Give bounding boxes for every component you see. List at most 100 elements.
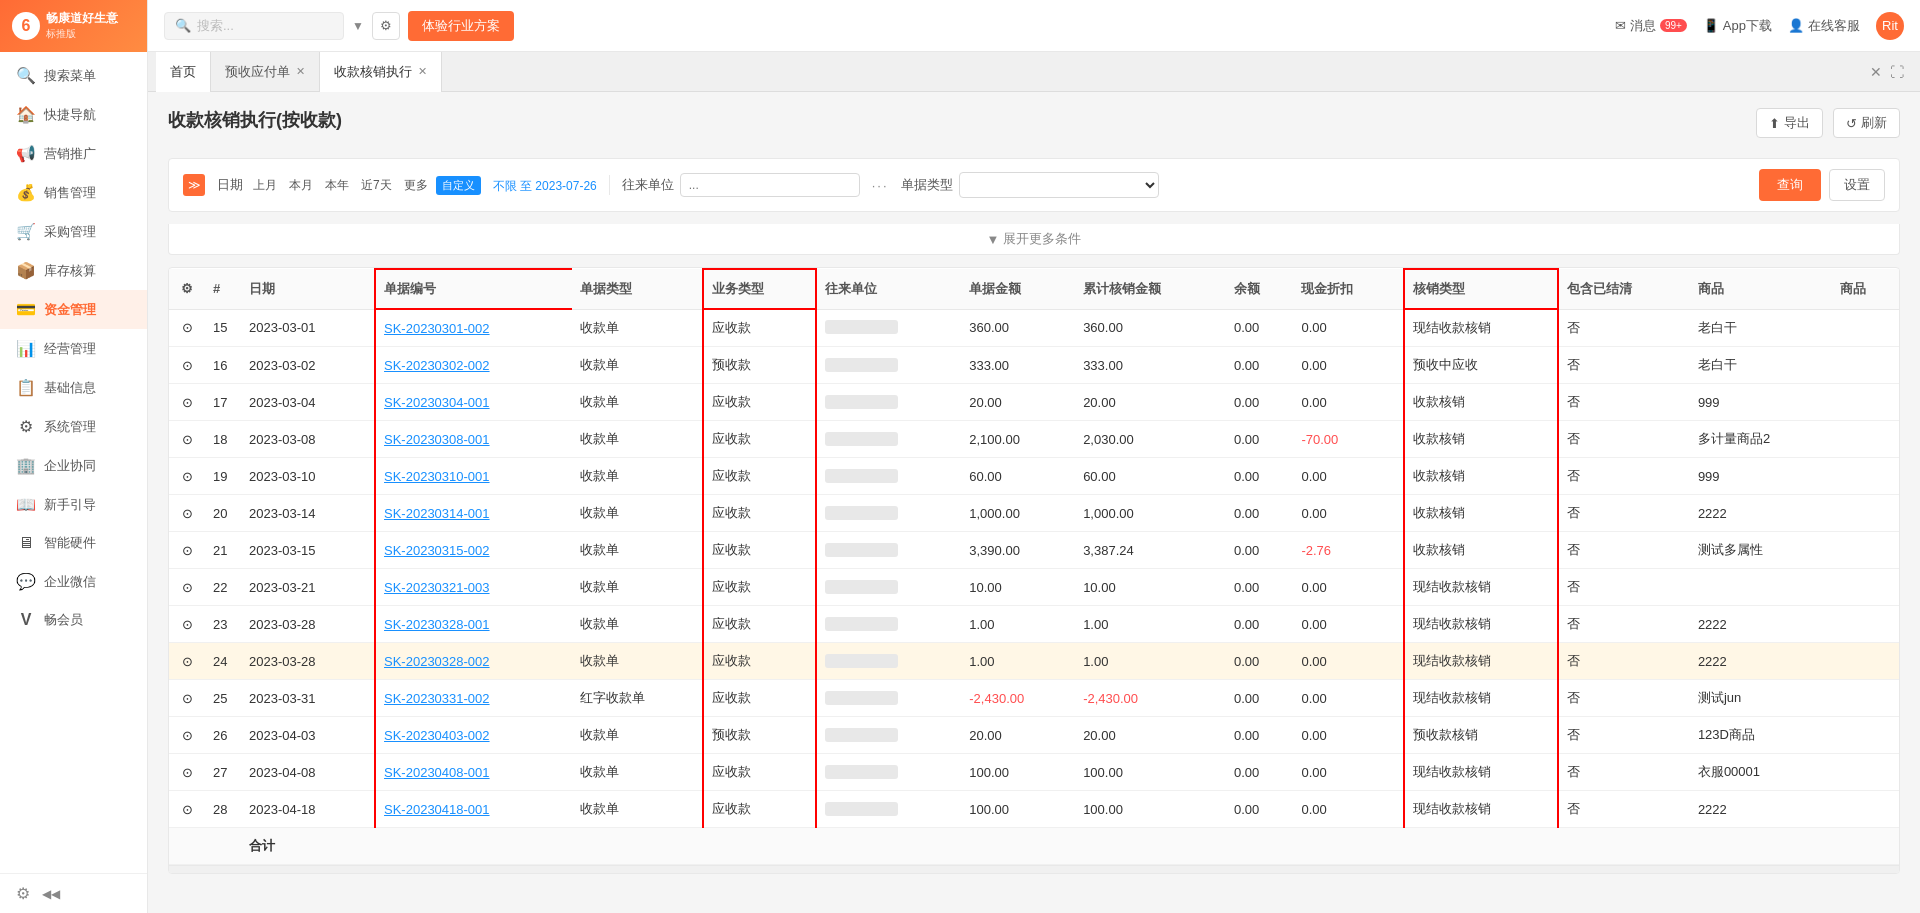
- voucher-type-select[interactable]: [959, 172, 1159, 198]
- table-cell[interactable]: SK-20230304-001: [375, 384, 572, 421]
- top-search-box[interactable]: 🔍 搜索...: [164, 12, 344, 40]
- filter-settings-button[interactable]: 设置: [1829, 169, 1885, 201]
- refresh-button[interactable]: ↺ 刷新: [1833, 108, 1900, 138]
- expand-more-row[interactable]: ▼ 展开更多条件: [168, 224, 1900, 255]
- table-cell[interactable]: SK-20230328-002: [375, 643, 572, 680]
- filter-expand-button[interactable]: ≫: [183, 174, 205, 196]
- sidebar-item-operations[interactable]: 📊 经营管理: [0, 329, 147, 368]
- sidebar-item-finance[interactable]: 💳 资金管理: [0, 290, 147, 329]
- col-hdr-goods[interactable]: 商品: [1690, 269, 1832, 309]
- table-cell: 2,100.00: [961, 421, 1075, 458]
- tab-prepay[interactable]: 预收应付单 ✕: [211, 52, 320, 92]
- col-hdr-doc-no[interactable]: 单据编号: [375, 269, 572, 309]
- gear-button[interactable]: ⚙: [372, 12, 400, 40]
- sidebar-item-sales[interactable]: 💰 销售管理: [0, 173, 147, 212]
- tab-bar: 首页 预收应付单 ✕ 收款核销执行 ✕ ✕ ⛶: [148, 52, 1920, 92]
- sidebar-item-quick-nav[interactable]: 🏠 快捷导航: [0, 95, 147, 134]
- col-hdr-settings[interactable]: ⚙: [169, 269, 205, 309]
- sidebar-item-marketing[interactable]: 📢 营销推广: [0, 134, 147, 173]
- partner-input[interactable]: [680, 173, 860, 197]
- tab-home[interactable]: 首页: [156, 52, 211, 92]
- table-cell: 0.00: [1226, 458, 1293, 495]
- col-hdr-cash-discount[interactable]: 现金折扣: [1293, 269, 1404, 309]
- table-cell[interactable]: ⊙: [169, 754, 205, 791]
- table-cell: 收款单: [572, 606, 704, 643]
- tab-close-all-icon[interactable]: ✕: [1870, 64, 1882, 80]
- col-hdr-date[interactable]: 日期: [241, 269, 375, 309]
- table-cell[interactable]: ⊙: [169, 569, 205, 606]
- tab-fullscreen-icon[interactable]: ⛶: [1890, 64, 1904, 80]
- sidebar-item-inventory[interactable]: 📦 库存核算: [0, 251, 147, 290]
- table-cell[interactable]: ⊙: [169, 717, 205, 754]
- table-cell[interactable]: SK-20230408-001: [375, 754, 572, 791]
- tab-prepay-close-icon[interactable]: ✕: [296, 65, 305, 78]
- table-cell: [1832, 495, 1900, 532]
- col-hdr-partner[interactable]: 往来单位: [816, 269, 962, 309]
- table-cell[interactable]: ⊙: [169, 643, 205, 680]
- date-this-year[interactable]: 本年: [321, 175, 353, 196]
- sidebar-item-hardware[interactable]: 🖥 智能硬件: [0, 524, 147, 562]
- date-custom-button[interactable]: 自定义: [436, 176, 481, 195]
- sidebar-item-purchase[interactable]: 🛒 采购管理: [0, 212, 147, 251]
- sidebar-collapse-icon[interactable]: ◀◀: [42, 887, 60, 901]
- sidebar-item-enterprise[interactable]: 🏢 企业协同: [0, 446, 147, 485]
- table-cell[interactable]: ⊙: [169, 384, 205, 421]
- sidebar-item-search-menu[interactable]: 🔍 搜索菜单: [0, 56, 147, 95]
- sidebar-item-member[interactable]: V 畅会员: [0, 601, 147, 639]
- col-hdr-goods2[interactable]: 商品: [1832, 269, 1900, 309]
- col-hdr-writeoff-type[interactable]: 核销类型: [1404, 269, 1558, 309]
- sidebar-item-system[interactable]: ⚙ 系统管理: [0, 407, 147, 446]
- table-cell[interactable]: SK-20230403-002: [375, 717, 572, 754]
- app-download-btn[interactable]: 📱 App下载: [1703, 17, 1772, 35]
- table-cell[interactable]: SK-20230315-002: [375, 532, 572, 569]
- table-cell[interactable]: ⊙: [169, 458, 205, 495]
- export-button[interactable]: ⬆ 导出: [1756, 108, 1823, 138]
- table-cell[interactable]: ⊙: [169, 309, 205, 347]
- table-cell[interactable]: ⊙: [169, 421, 205, 458]
- dropdown-arrow-icon[interactable]: ▼: [352, 19, 364, 33]
- table-cell[interactable]: SK-20230418-001: [375, 791, 572, 828]
- table-cell[interactable]: SK-20230321-003: [375, 569, 572, 606]
- date-this-month[interactable]: 本月: [285, 175, 317, 196]
- industry-btn[interactable]: 体验行业方案: [408, 11, 514, 41]
- table-cell[interactable]: SK-20230308-001: [375, 421, 572, 458]
- table-cell[interactable]: SK-20230331-002: [375, 680, 572, 717]
- table-cell: 0.00: [1293, 495, 1404, 532]
- col-hdr-balance[interactable]: 余额: [1226, 269, 1293, 309]
- date-last-7days[interactable]: 近7天: [357, 175, 396, 196]
- table-cell[interactable]: SK-20230301-002: [375, 309, 572, 347]
- voucher-type-filter-group: 单据类型: [901, 172, 1159, 198]
- table-cell[interactable]: ⊙: [169, 606, 205, 643]
- table-cell[interactable]: ⊙: [169, 495, 205, 532]
- col-hdr-writeoff-amount[interactable]: 累计核销金额: [1075, 269, 1226, 309]
- tab-collection-close-icon[interactable]: ✕: [418, 65, 427, 78]
- table-cell[interactable]: SK-20230310-001: [375, 458, 572, 495]
- page-content: 收款核销执行(按收款) ⬆ 导出 ↺ 刷新 ≫ 日期 上月 本月 本: [148, 92, 1920, 913]
- sidebar-item-basic[interactable]: 📋 基础信息: [0, 368, 147, 407]
- table-cell[interactable]: SK-20230314-001: [375, 495, 572, 532]
- col-hdr-doc-type[interactable]: 单据类型: [572, 269, 704, 309]
- top-bar-left: 🔍 搜索... ▼ ⚙ 体验行业方案: [164, 11, 1603, 41]
- table-cell[interactable]: SK-20230302-002: [375, 347, 572, 384]
- sidebar-item-wechat[interactable]: 💬 企业微信: [0, 562, 147, 601]
- table-cell[interactable]: SK-20230328-001: [375, 606, 572, 643]
- col-hdr-biz-type[interactable]: 业务类型: [703, 269, 815, 309]
- message-btn[interactable]: ✉ 消息 99+: [1615, 17, 1687, 35]
- table-cell[interactable]: ⊙: [169, 791, 205, 828]
- table-cell[interactable]: ⊙: [169, 532, 205, 569]
- query-button[interactable]: 查询: [1759, 169, 1821, 201]
- user-avatar[interactable]: Rit: [1876, 12, 1904, 40]
- date-more[interactable]: 更多: [400, 175, 432, 196]
- date-last-month[interactable]: 上月: [249, 175, 281, 196]
- tab-collection[interactable]: 收款核销执行 ✕: [320, 52, 442, 92]
- table-cell: 60.00: [961, 458, 1075, 495]
- table-cell[interactable]: ⊙: [169, 347, 205, 384]
- sidebar-item-guide[interactable]: 📖 新手引导: [0, 485, 147, 524]
- total-label-cell: [169, 828, 241, 865]
- online-service-btn[interactable]: 👤 在线客服: [1788, 17, 1860, 35]
- table-scrollbar[interactable]: [169, 865, 1899, 873]
- table-cell[interactable]: ⊙: [169, 680, 205, 717]
- col-hdr-amount[interactable]: 单据金额: [961, 269, 1075, 309]
- col-hdr-include-settled[interactable]: 包含已结清: [1558, 269, 1690, 309]
- sidebar-settings-icon[interactable]: ⚙: [16, 884, 30, 903]
